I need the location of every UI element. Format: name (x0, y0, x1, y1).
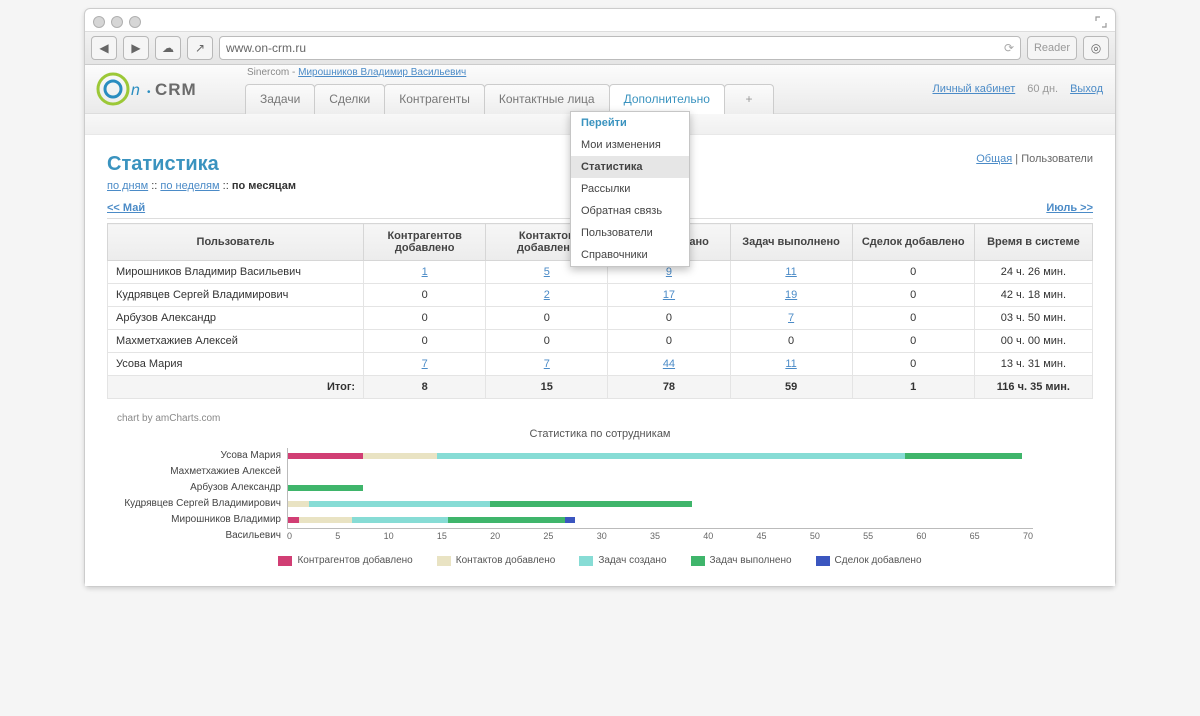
view-general-link[interactable]: Общая (976, 153, 1012, 165)
table-row: Махметхажиев Алексей0000000 ч. 00 мин. (108, 330, 1093, 353)
legend-item: Сделок добавлено (816, 555, 922, 566)
forward-button[interactable]: ▶ (123, 36, 149, 60)
dropdown-item-6[interactable]: Справочники (571, 244, 689, 266)
view-users-text: Пользователи (1021, 153, 1093, 165)
chart-title: Статистика по сотрудникам (107, 428, 1093, 440)
mode-days-link[interactable]: по дням (107, 180, 148, 192)
chart-attribution: chart by amCharts.com (117, 413, 1093, 424)
back-button[interactable]: ◀ (91, 36, 117, 60)
chart-bar-row (288, 496, 1033, 512)
legend-item: Задач выполнено (691, 555, 792, 566)
tab-1[interactable]: Сделки (314, 84, 385, 114)
tab-3[interactable]: Контактные лица (484, 84, 610, 114)
cabinet-link[interactable]: Личный кабинет (932, 83, 1015, 95)
fullscreen-icon[interactable] (1095, 16, 1107, 28)
chart-y-label: Усова Мария (117, 448, 287, 464)
dropdown-item-2[interactable]: Статистика (571, 156, 689, 178)
dropdown-item-4[interactable]: Обратная связь (571, 200, 689, 222)
table-row: Кудрявцев Сергей Владимирович021719042 ч… (108, 284, 1093, 307)
share-button[interactable]: ↗ (187, 36, 213, 60)
svg-text:•: • (147, 87, 151, 98)
svg-text:CRM: CRM (155, 80, 197, 99)
table-row: Усова Мария774411013 ч. 31 мин. (108, 353, 1093, 376)
chart-bar-row (288, 480, 1033, 496)
url-text: www.on-crm.ru (226, 41, 306, 55)
dropdown-item-1[interactable]: Мои изменения (571, 134, 689, 156)
additional-dropdown: ПерейтиМои измененияСтатистикаРассылкиОб… (570, 111, 690, 267)
minimize-traffic-icon[interactable] (111, 16, 123, 28)
zoom-traffic-icon[interactable] (129, 16, 141, 28)
logo: n • CRM (85, 71, 245, 107)
reader-button[interactable]: Reader (1027, 36, 1077, 60)
tab-2[interactable]: Контрагенты (384, 84, 485, 114)
statistics-chart: Усова МарияМахметхажиев АлексейАрбузов А… (107, 448, 1093, 529)
table-row: Арбузов Александр0007003 ч. 50 мин. (108, 307, 1093, 330)
exit-link[interactable]: Выход (1070, 83, 1103, 95)
chart-bar-row (288, 464, 1033, 480)
next-month-link[interactable]: Июль >> (1046, 202, 1093, 214)
close-traffic-icon[interactable] (93, 16, 105, 28)
mode-months-active: по месяцам (232, 180, 296, 192)
chart-y-label: Кудрявцев Сергей Владимирович (117, 496, 287, 512)
chart-y-label: Махметхажиев Алексей (117, 464, 287, 480)
cloud-button[interactable]: ☁ (155, 36, 181, 60)
legend-item: Контрагентов добавлено (278, 555, 412, 566)
legend-item: Контактов добавлено (437, 555, 556, 566)
table-total-row: Итог:81578591116 ч. 35 мин. (108, 376, 1093, 399)
url-field[interactable]: www.on-crm.ru ⟳ (219, 36, 1021, 60)
breadcrumb: Sinercom - Мирошников Владимир Васильеви… (247, 67, 466, 78)
tab-add[interactable]: + (724, 84, 774, 114)
settings-button[interactable]: ◎ (1083, 36, 1109, 60)
chart-bar-row (288, 512, 1033, 528)
legend-item: Задач создано (579, 555, 666, 566)
dropdown-item-5[interactable]: Пользователи (571, 222, 689, 244)
chart-y-label: Мирошников Владимир Васильевич (117, 512, 287, 528)
chart-y-label: Арбузов Александр (117, 480, 287, 496)
dropdown-item-0[interactable]: Перейти (571, 112, 689, 134)
chart-bar-row (288, 448, 1033, 464)
tab-4[interactable]: Дополнительно (609, 84, 725, 114)
breadcrumb-user-link[interactable]: Мирошников Владимир Васильевич (298, 67, 466, 78)
prev-month-link[interactable]: << Май (107, 202, 145, 214)
mode-weeks-link[interactable]: по неделям (160, 180, 219, 192)
days-remaining: 60 дн. (1027, 83, 1058, 95)
tab-0[interactable]: Задачи (245, 84, 315, 114)
svg-text:n: n (131, 82, 140, 99)
dropdown-item-3[interactable]: Рассылки (571, 178, 689, 200)
